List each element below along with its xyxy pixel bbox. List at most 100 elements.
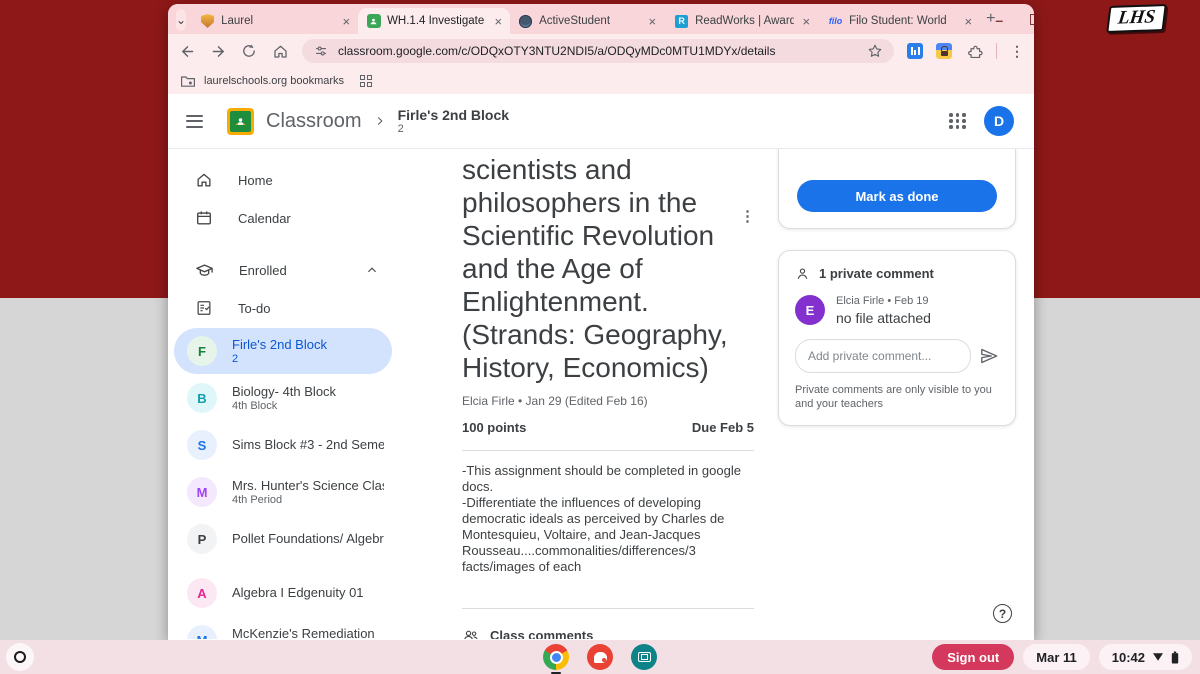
hamburger-menu-icon[interactable] [182, 111, 207, 132]
toolbar-divider [996, 43, 997, 59]
canvas-app-button[interactable] [587, 644, 613, 670]
close-icon[interactable]: × [802, 14, 810, 29]
course-name: Firle's 2nd Block [232, 337, 327, 352]
sidebar-label: To-do [238, 300, 271, 316]
site-settings-icon[interactable] [312, 42, 330, 60]
private-comments-header: 1 private comment [819, 266, 934, 281]
breadcrumb-course[interactable]: Firle's 2nd Block 2 [398, 107, 509, 135]
tab-readworks[interactable]: R ReadWorks | Award × [666, 8, 818, 34]
address-bar[interactable]: classroom.google.com/c/ODQxOTY3NTU2NDI5/… [302, 39, 894, 63]
sidebar-course-algebra[interactable]: A Algebra I Edgenuity 01 [174, 570, 392, 616]
course-name: Sims Block #3 - 2nd Semester [232, 437, 384, 452]
sidebar-item-todo[interactable]: To-do [168, 289, 400, 327]
classroom-favicon [366, 14, 381, 29]
assignment-byline: Elcia Firle • Jan 29 (Edited Feb 16) [462, 394, 648, 408]
close-icon[interactable]: × [494, 14, 502, 29]
browser-toolbar: classroom.google.com/c/ODQxOTY3NTU2NDI5/… [168, 34, 1034, 68]
browser-menu-kebab-icon[interactable]: ⋮ [1010, 43, 1024, 60]
question-mark-icon: ? [998, 606, 1007, 621]
classroom-brand-link[interactable]: Classroom [266, 110, 362, 133]
comment-author: Elcia Firle • Feb 19 [836, 295, 929, 307]
sidebar-item-home[interactable]: Home [168, 161, 400, 199]
course-avatar: B [187, 383, 217, 413]
tab-title: Filo Student: World [849, 15, 947, 27]
date-pill[interactable]: Mar 11 [1023, 644, 1090, 670]
header-right: D [949, 106, 1014, 136]
bookmark-star-icon[interactable] [866, 42, 884, 60]
sidebar-course-pollet[interactable]: P Pollet Foundations/ Algebra 1 (... [174, 516, 392, 562]
school-logo: LHS [1106, 4, 1167, 33]
tab-title: WH.1.4 Investigate [387, 15, 485, 27]
sidebar-course-sims[interactable]: S Sims Block #3 - 2nd Semester [174, 422, 392, 468]
globe-favicon [518, 14, 533, 29]
tab-title: ReadWorks | Award [695, 15, 795, 27]
minimize-button[interactable]: – [995, 12, 1003, 28]
todo-list-icon [195, 299, 213, 317]
google-apps-grid-icon[interactable] [949, 113, 966, 129]
private-comment-input[interactable] [795, 339, 971, 373]
course-avatar: F [187, 336, 217, 366]
launcher-icon [14, 651, 26, 663]
sidebar-course-hunter[interactable]: M Mrs. Hunter's Science Class 4th Period [174, 469, 392, 515]
commenter-avatar: E [795, 295, 825, 325]
sidebar-course-biology[interactable]: B Biology- 4th Block 4th Block [174, 375, 392, 421]
assignment-description: -This assignment should be completed in … [462, 463, 741, 574]
course-avatar: P [187, 524, 217, 554]
sidebar-course-firle[interactable]: F Firle's 2nd Block 2 [174, 328, 392, 374]
shelf-status-area: Sign out Mar 11 10:42 [932, 644, 1192, 670]
back-icon[interactable] [178, 42, 196, 60]
assignment-menu-kebab-icon[interactable]: ⋮ [740, 207, 755, 225]
close-icon[interactable]: × [964, 14, 972, 29]
tab-filo[interactable]: filo Filo Student: World × [820, 8, 980, 34]
reload-icon[interactable] [240, 42, 258, 60]
status-tray[interactable]: 10:42 [1098, 644, 1192, 670]
course-name: Pollet Foundations/ Algebra 1 (... [232, 531, 384, 546]
close-icon[interactable]: × [648, 14, 656, 29]
close-icon[interactable]: × [342, 14, 350, 29]
sidebar-label: Home [238, 172, 273, 188]
course-avatar: M [187, 625, 217, 639]
window-controls: – × [995, 11, 1034, 34]
chrome-app-button[interactable] [543, 644, 569, 674]
tab-activestudent[interactable]: ActiveStudent × [510, 8, 664, 34]
maximize-button[interactable] [1030, 14, 1034, 25]
mark-as-done-button[interactable]: Mark as done [797, 180, 997, 212]
tab-search-button[interactable]: ⌄ [176, 9, 187, 31]
help-button[interactable]: ? [993, 604, 1012, 623]
classroom-logo-icon [227, 107, 254, 135]
course-name: McKenzie's Remediation [232, 626, 375, 639]
page-content: Classroom Firle's 2nd Block 2 D Home Cal… [168, 94, 1034, 640]
breadcrumb-chevron-icon [374, 115, 386, 127]
classroom-body: Home Calendar Enrolled To-do F Firle's 2… [168, 149, 1034, 639]
extensions-puzzle-icon[interactable] [965, 42, 983, 60]
bookmarks-folder-label[interactable]: laurelschools.org bookmarks [204, 75, 344, 87]
tab-laurel[interactable]: Laurel × [192, 8, 358, 34]
launcher-button[interactable] [6, 643, 34, 671]
sidebar-course-mckenzie[interactable]: M McKenzie's RemediationELA/Social Studi… [174, 617, 392, 639]
new-tab-button[interactable]: + [986, 7, 995, 31]
sign-out-button[interactable]: Sign out [932, 644, 1015, 670]
private-comment: E Elcia Firle • Feb 19 no file attached [795, 295, 999, 326]
tab-title: Laurel [221, 15, 254, 27]
course-sub: 4th Block [232, 400, 278, 412]
sidebar-item-calendar[interactable]: Calendar [168, 199, 400, 237]
home-icon[interactable] [271, 42, 289, 60]
bookmarks-folder-icon[interactable] [180, 74, 196, 88]
send-icon[interactable] [979, 347, 999, 365]
sidebar-item-enrolled[interactable]: Enrolled [168, 251, 400, 289]
extension-icon-blue[interactable] [907, 43, 923, 59]
sidebar-label: Enrolled [239, 262, 287, 278]
home-icon [195, 171, 213, 189]
screencast-app-button[interactable] [631, 644, 657, 670]
monitor-icon [631, 644, 657, 670]
chromeos-shelf: Sign out Mar 11 10:42 [0, 640, 1200, 674]
forward-icon[interactable] [209, 42, 227, 60]
tab-classroom-active[interactable]: WH.1.4 Investigate × [358, 8, 511, 34]
course-avatar: M [187, 477, 217, 507]
chevron-up-icon[interactable] [366, 264, 378, 276]
extension-icon-lock[interactable] [936, 43, 952, 59]
graduation-cap-icon [195, 261, 214, 280]
profile-avatar[interactable]: D [984, 106, 1014, 136]
apps-grid-small-icon[interactable] [360, 75, 372, 87]
chrome-icon [543, 644, 569, 670]
